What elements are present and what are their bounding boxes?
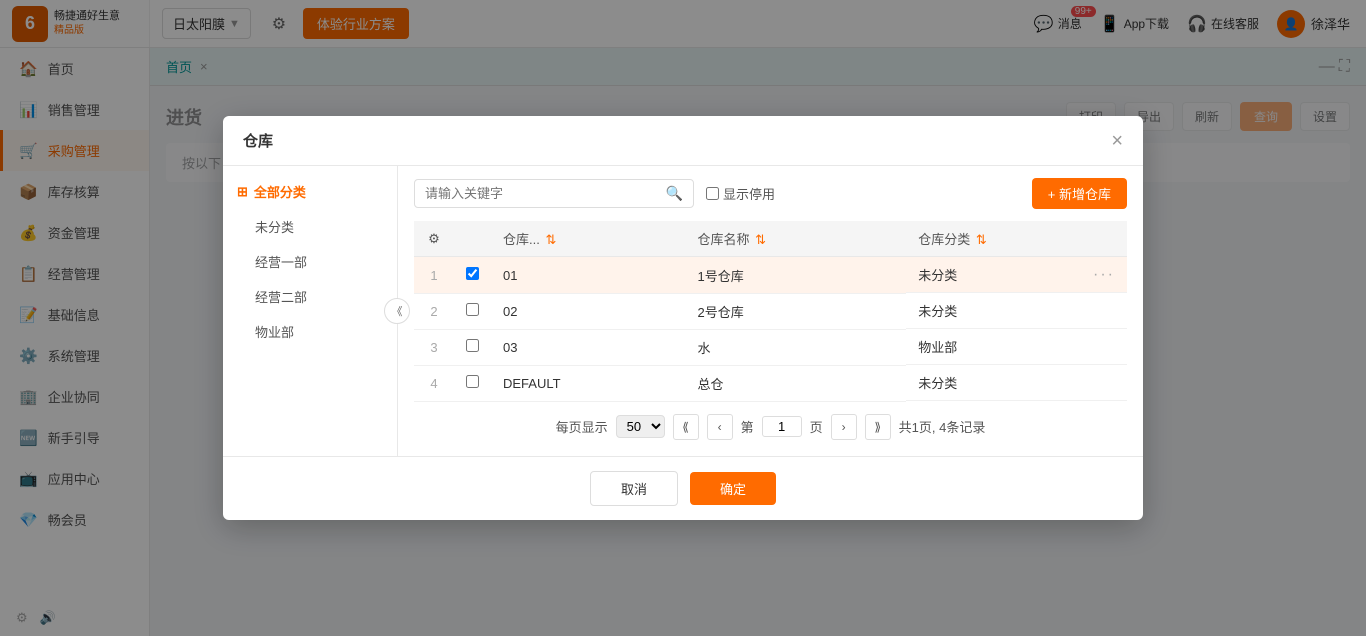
page-size-select[interactable]: 50 [616, 415, 665, 438]
table-row[interactable]: 1 01 1号仓库 未分类 ··· [414, 257, 1127, 294]
col-header-name[interactable]: 仓库名称 ⇅ [686, 221, 907, 257]
search-input[interactable] [425, 186, 660, 201]
page-next-button[interactable]: › [831, 414, 857, 440]
category-collapse-button[interactable]: 《 [384, 298, 410, 324]
row-category-3: 物业部 [906, 329, 1127, 365]
table-row[interactable]: 2 02 2号仓库 未分类 [414, 293, 1127, 329]
col-header-code[interactable]: 仓库... ⇅ [491, 221, 686, 257]
warehouse-modal: 仓库 × ⊞ 全部分类 未分类 经营一部 经营二部 物业部 《 [223, 116, 1143, 520]
category-item-dept1[interactable]: 经营一部 [223, 244, 397, 279]
row-code-2: 02 [491, 293, 686, 329]
page-size-label: 每页显示 [556, 417, 608, 436]
content-panel: 🔍 显示停用 + 新增仓库 ⚙ [398, 166, 1143, 456]
row-code-1: 01 [491, 257, 686, 294]
row-check-4[interactable] [454, 365, 491, 401]
search-input-wrap[interactable]: 🔍 [414, 179, 694, 208]
show-disabled-checkbox[interactable] [706, 187, 719, 200]
confirm-button[interactable]: 确定 [690, 472, 776, 505]
grid-icon: ⊞ [237, 184, 248, 200]
modal-footer: 取消 确定 [223, 456, 1143, 520]
table-row[interactable]: 3 03 水 物业部 [414, 329, 1127, 365]
add-warehouse-button[interactable]: + 新增仓库 [1032, 178, 1127, 209]
row-code-4: DEFAULT [491, 365, 686, 401]
row-actions-icon[interactable]: ··· [1093, 266, 1115, 284]
pagination: 每页显示 50 ⟪ ‹ 第 页 › ⟫ 共1页, 4条记录 [414, 402, 1127, 444]
row-category-2: 未分类 [906, 293, 1127, 329]
modal-body: ⊞ 全部分类 未分类 经营一部 经营二部 物业部 《 🔍 [223, 166, 1143, 456]
modal-close-button[interactable]: × [1111, 131, 1123, 151]
sort-icon-code: ⇅ [545, 232, 556, 247]
page-first-button[interactable]: ⟪ [673, 414, 699, 440]
row-name-1: 1号仓库 [686, 257, 907, 294]
row-checkbox-1[interactable] [466, 267, 479, 280]
show-disabled-label: 显示停用 [723, 184, 775, 203]
page-prev-button[interactable]: ‹ [707, 414, 733, 440]
row-num-4: 4 [414, 365, 454, 401]
search-bar: 🔍 显示停用 + 新增仓库 [414, 178, 1127, 209]
modal-header: 仓库 × [223, 116, 1143, 166]
row-checkbox-2[interactable] [466, 303, 479, 316]
page-label-pre: 第 [741, 417, 754, 436]
modal-title: 仓库 [243, 130, 273, 151]
row-num-2: 2 [414, 293, 454, 329]
page-number-input[interactable] [762, 416, 802, 437]
col-header-check [454, 221, 491, 257]
row-category-4: 未分类 [906, 365, 1127, 401]
show-disabled-checkbox-label[interactable]: 显示停用 [706, 184, 775, 203]
search-icon: 🔍 [666, 185, 683, 202]
row-name-3: 水 [686, 329, 907, 365]
category-item-dept2[interactable]: 经营二部 [223, 279, 397, 314]
cancel-button[interactable]: 取消 [590, 471, 678, 506]
row-num-3: 3 [414, 329, 454, 365]
category-all-label: 全部分类 [254, 182, 306, 201]
page-label-post: 页 [810, 417, 823, 436]
category-panel: ⊞ 全部分类 未分类 经营一部 经营二部 物业部 《 [223, 166, 398, 456]
row-check-2[interactable] [454, 293, 491, 329]
row-checkbox-4[interactable] [466, 375, 479, 388]
row-name-2: 2号仓库 [686, 293, 907, 329]
total-info: 共1页, 4条记录 [899, 417, 986, 436]
row-check-3[interactable] [454, 329, 491, 365]
row-check-1[interactable] [454, 257, 491, 294]
col-header-category[interactable]: 仓库分类 ⇅ [906, 221, 1127, 257]
row-checkbox-3[interactable] [466, 339, 479, 352]
category-all-item[interactable]: ⊞ 全部分类 [223, 174, 397, 209]
warehouse-table: ⚙ 仓库... ⇅ 仓库名称 ⇅ [414, 221, 1127, 402]
row-code-3: 03 [491, 329, 686, 365]
sort-icon-category: ⇅ [976, 232, 987, 247]
row-name-4: 总仓 [686, 365, 907, 401]
gear-col-icon: ⚙ [428, 231, 440, 246]
table-container: ⚙ 仓库... ⇅ 仓库名称 ⇅ [414, 221, 1127, 402]
category-item-property[interactable]: 物业部 [223, 314, 397, 349]
col-header-gear: ⚙ [414, 221, 454, 257]
sort-icon-name: ⇅ [755, 232, 766, 247]
row-category-1: 未分类 ··· [906, 257, 1127, 293]
row-num-1: 1 [414, 257, 454, 294]
modal-overlay: 仓库 × ⊞ 全部分类 未分类 经营一部 经营二部 物业部 《 [0, 0, 1366, 636]
table-row[interactable]: 4 DEFAULT 总仓 未分类 [414, 365, 1127, 401]
page-last-button[interactable]: ⟫ [865, 414, 891, 440]
category-item-unclassified[interactable]: 未分类 [223, 209, 397, 244]
